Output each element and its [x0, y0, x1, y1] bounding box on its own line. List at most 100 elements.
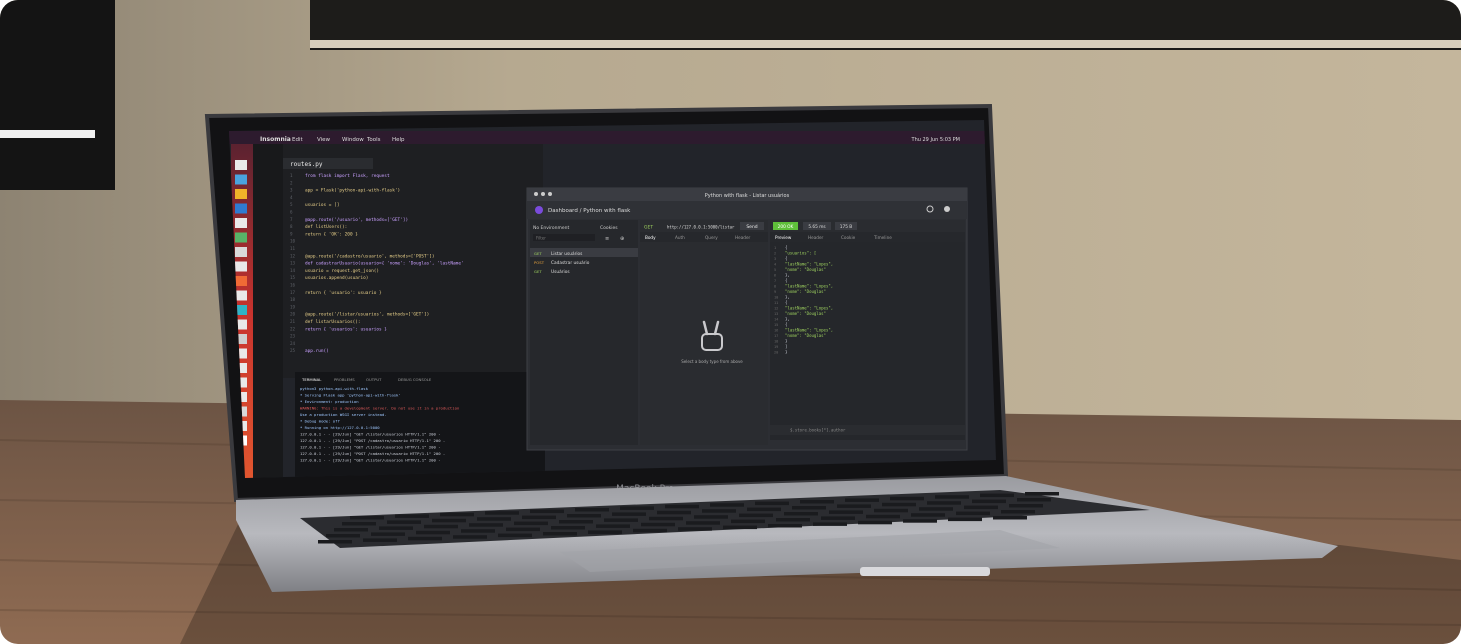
dock-app-icon[interactable]: [235, 247, 247, 257]
json-line: {: [785, 256, 787, 261]
terminal-tab[interactable]: TERMINAL: [301, 377, 322, 382]
keyboard-key: [514, 521, 548, 526]
terminal-line: * Running on http://127.0.0.1:5000: [300, 425, 380, 430]
dock-app-icon[interactable]: [235, 203, 247, 214]
keyboard-key: [792, 506, 826, 510]
keyboard-key: [649, 516, 683, 521]
keyboard-key: [678, 527, 712, 531]
size-text: 175 B: [840, 224, 853, 230]
dock-app-icon[interactable]: [235, 174, 247, 185]
method-select[interactable]: GET: [644, 225, 653, 231]
keyboard-key: [416, 530, 450, 535]
line-number: 13: [290, 261, 296, 266]
dock-app-icon[interactable]: [235, 261, 247, 272]
dock-app-icon[interactable]: [235, 218, 247, 228]
request-body-pane: [640, 242, 768, 445]
terminal-line: Use a production WSGI server instead.: [300, 412, 387, 417]
keyboard-key: [1001, 510, 1035, 514]
activity-bar: [253, 144, 283, 478]
keyboard-key: [829, 510, 863, 514]
keyboard-key: [342, 522, 376, 526]
keyboard-key: [1025, 492, 1059, 496]
line-number: 18: [290, 297, 296, 302]
terminal-tab[interactable]: OUTPUT: [366, 377, 382, 382]
keyboard-key: [633, 528, 667, 533]
keyboard-key: [813, 522, 847, 526]
json-line-number: 6: [774, 274, 776, 278]
window-minimize-button[interactable]: [541, 192, 545, 196]
keyboard-key: [432, 518, 466, 523]
keyboard-key: [755, 501, 789, 506]
menubar-item[interactable]: Tools: [366, 137, 381, 143]
menubar-app[interactable]: Insomnia: [260, 136, 291, 143]
response-tab[interactable]: Timeline: [873, 235, 892, 240]
monitor-stand-light: [0, 130, 95, 138]
dock-app-icon[interactable]: [235, 232, 247, 243]
dock-app-icon[interactable]: [235, 290, 247, 301]
json-line: ]: [785, 344, 787, 349]
keyboard-key: [956, 511, 990, 516]
json-line: {: [785, 245, 787, 250]
keyboard-key: [477, 517, 511, 521]
terminal-line: 127.0.0.1 - - [29/Jun] "GET /listar/usua…: [300, 458, 441, 463]
terminal-tab[interactable]: DEBUG CONSOLE: [398, 377, 432, 382]
dock-app-icon[interactable]: [235, 160, 247, 170]
url-input[interactable]: http://127.0.0.1:5000/listar: [667, 225, 735, 230]
request-item[interactable]: Usuários: [551, 268, 570, 275]
json-line-number: 7: [774, 279, 776, 283]
keyboard-key: [972, 499, 1006, 504]
line-number: 21: [290, 319, 296, 324]
keyboard-key: [776, 518, 810, 522]
request-tab[interactable]: Body: [645, 235, 656, 240]
terminal-tab[interactable]: PROBLEMS: [334, 377, 355, 382]
menubar-item[interactable]: Edit: [292, 137, 303, 143]
environment-select[interactable]: No Environment: [533, 225, 570, 231]
request-tab[interactable]: Header: [735, 235, 751, 240]
keyboard-key: [318, 540, 352, 544]
request-tab[interactable]: Query: [705, 235, 718, 240]
json-line: {: [785, 300, 787, 305]
request-item-selected[interactable]: [530, 248, 638, 257]
keyboard-key: [485, 511, 519, 515]
menubar-item[interactable]: View: [317, 137, 331, 143]
json-line-number: 8: [774, 285, 776, 289]
keyboard-key: [530, 509, 564, 514]
menubar-item[interactable]: Help: [392, 137, 405, 143]
keyboard-key: [845, 498, 879, 502]
terminal-line: * Debug mode: off: [300, 419, 340, 424]
keyboard-key: [424, 524, 458, 529]
json-line: "nome": "Douglas": [785, 289, 826, 294]
keyboard-key: [702, 509, 736, 513]
terminal-tabs: TERMINAL PROBLEMS OUTPUT DEBUG CONSOLE: [301, 377, 432, 382]
line-number: 12: [290, 253, 296, 258]
status-text: 200 OK: [778, 224, 794, 230]
json-line: "nome": "Douglas": [785, 267, 826, 272]
dock-app-icon[interactable]: [235, 189, 247, 199]
account-icon[interactable]: [944, 206, 950, 212]
keyboard-key: [980, 493, 1014, 498]
json-line-number: 13: [774, 312, 778, 316]
code-line: def cadastrarUsuario(usuario={ 'nome': '…: [305, 261, 464, 267]
breadcrumb[interactable]: Dashboard / Python with flask: [548, 208, 631, 214]
json-line-number: 18: [774, 340, 778, 344]
response-tab[interactable]: Header: [808, 235, 824, 240]
keyboard-key: [890, 496, 924, 501]
dock-app-icon[interactable]: [235, 276, 247, 286]
response-tab[interactable]: Preview: [775, 235, 792, 240]
menubar-item[interactable]: Window: [342, 137, 364, 143]
request-tab[interactable]: Auth: [675, 235, 685, 240]
keyboard-key: [551, 526, 585, 530]
json-line: "lastName": "Lopes",: [785, 262, 833, 267]
window-close-button[interactable]: [534, 192, 538, 196]
keyboard-key: [837, 504, 871, 508]
window-zoom-button[interactable]: [548, 192, 552, 196]
keyboard-key: [350, 516, 384, 520]
keyboard-key: [1009, 504, 1043, 508]
sort-icon[interactable]: ≡: [605, 236, 609, 242]
add-request-icon[interactable]: ⊕: [620, 236, 624, 242]
response-tab[interactable]: Cookie: [841, 235, 856, 240]
cookies-button[interactable]: Cookies: [600, 225, 618, 231]
request-item[interactable]: Cadastrar usuário: [551, 259, 590, 266]
keyboard-key: [911, 513, 945, 517]
request-item[interactable]: Listar usuários: [551, 250, 583, 257]
